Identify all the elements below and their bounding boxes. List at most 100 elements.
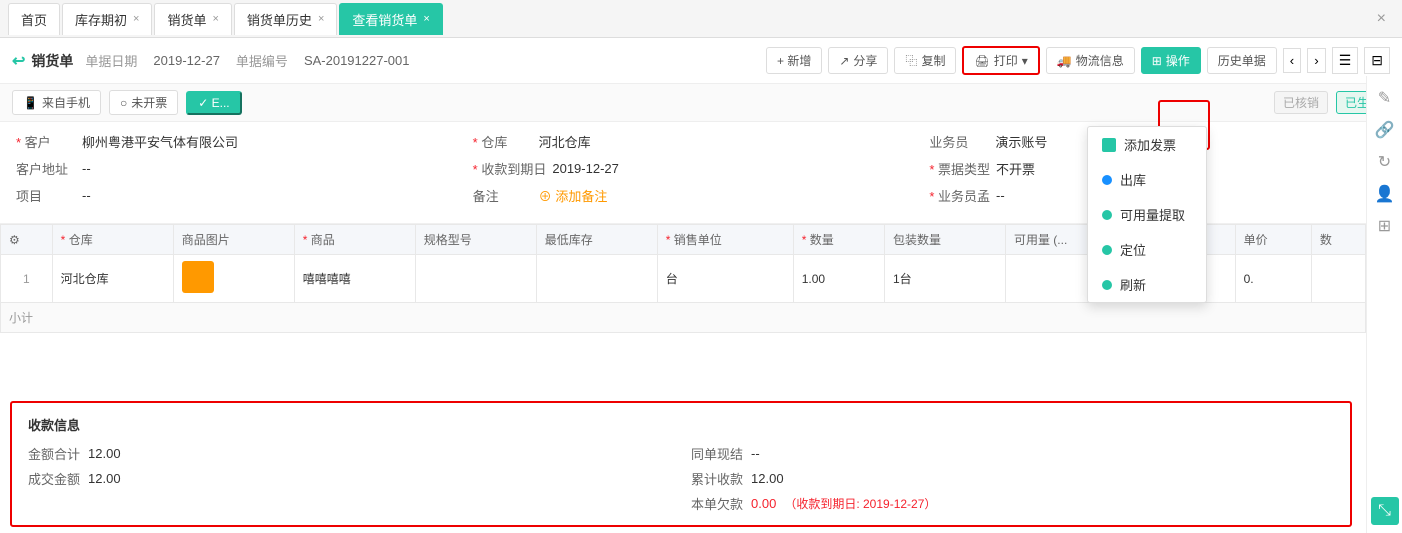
sub-toolbar: 📱 来自手机 ○ 未开票 ✓ E... 已核销 已生效 bbox=[0, 84, 1402, 122]
staff-value: 演示账号 bbox=[995, 132, 1047, 151]
cumulative-row: 累计收款 12.00 bbox=[691, 469, 1334, 488]
number-label: 单据编号 bbox=[236, 51, 288, 70]
tab-sales-order-close[interactable]: × bbox=[212, 13, 218, 25]
close-all-tabs[interactable]: × bbox=[1369, 10, 1394, 28]
address-value: -- bbox=[82, 161, 91, 176]
tab-home[interactable]: 首页 bbox=[8, 3, 60, 35]
list-view-button[interactable]: ☰ bbox=[1332, 47, 1359, 74]
row-index: 1 bbox=[1, 255, 53, 303]
tab-inventory-init[interactable]: 库存期初 × bbox=[62, 3, 152, 35]
operations-button[interactable]: ⊞ 操作 bbox=[1141, 47, 1201, 74]
operations-dropdown: 添加发票 出库 可用量提取 定位 刷新 bbox=[1087, 126, 1207, 303]
confirm-button[interactable]: ✓ E... bbox=[186, 91, 241, 115]
tab-view-sales[interactable]: 查看销货单 × bbox=[339, 3, 442, 35]
row-amount bbox=[1311, 255, 1365, 303]
available-extract-icon bbox=[1102, 210, 1112, 220]
doc-icon: ↩ bbox=[12, 51, 25, 71]
out-warehouse-item[interactable]: 出库 bbox=[1088, 162, 1206, 197]
grid2-icon-btn[interactable]: ⊞ bbox=[1371, 212, 1399, 240]
locate-item[interactable]: 定位 bbox=[1088, 232, 1206, 267]
grid-view-button[interactable]: ⊟ bbox=[1364, 47, 1390, 74]
due-note: （收款到期日: 2019-12-27） bbox=[784, 495, 936, 512]
warehouse-value[interactable]: 河北仓库 bbox=[539, 132, 591, 151]
logistics-button[interactable]: 🚚 物流信息 bbox=[1046, 47, 1135, 74]
plus-icon: ⊕ bbox=[539, 189, 552, 204]
deal-amount-label: 成交金额 bbox=[28, 469, 80, 488]
date-label: 单据日期 bbox=[85, 51, 137, 70]
tab-inventory-init-close[interactable]: × bbox=[133, 13, 139, 25]
col-amount: 数 bbox=[1311, 225, 1365, 255]
col-min-stock: 最低库存 bbox=[536, 225, 657, 255]
same-order-label: 同单现结 bbox=[691, 444, 743, 463]
expand-icon-btn[interactable]: ⤡ bbox=[1371, 497, 1399, 525]
tab-sales-history-close[interactable]: × bbox=[318, 13, 324, 25]
row-quantity: 1.00 bbox=[793, 255, 884, 303]
truck-icon: 🚚 bbox=[1057, 54, 1072, 68]
main-content: ↩ 销货单 单据日期 2019-12-27 单据编号 SA-20191227-0… bbox=[0, 38, 1402, 533]
col-product: 商品 bbox=[294, 225, 415, 255]
col-pack-qty: 包装数量 bbox=[884, 225, 1005, 255]
refresh-item[interactable]: 刷新 bbox=[1088, 267, 1206, 302]
available-extract-item[interactable]: 可用量提取 bbox=[1088, 197, 1206, 232]
col-product-img: 商品图片 bbox=[173, 225, 294, 255]
salesperson-label: 业务员孟 bbox=[929, 186, 990, 205]
project-value: -- bbox=[82, 188, 91, 203]
invoice-icon: ○ bbox=[120, 96, 127, 110]
row-min-stock bbox=[536, 255, 657, 303]
tab-sales-history[interactable]: 销货单历史 × bbox=[234, 3, 337, 35]
phone-icon: 📱 bbox=[23, 96, 38, 110]
row-product: 嘻嘻嘻嘻 bbox=[294, 255, 415, 303]
print-dropdown-icon: ▾ bbox=[1022, 54, 1028, 68]
warehouse-label: 仓库 bbox=[473, 132, 533, 151]
share-button[interactable]: ↗ 分享 bbox=[828, 47, 888, 74]
address-field: 客户地址 -- bbox=[16, 159, 473, 178]
col-settings[interactable]: ⚙ bbox=[1, 225, 53, 255]
not-open-button[interactable]: ○ 未开票 bbox=[109, 90, 178, 115]
due-amount-label: 本单欠款 bbox=[691, 494, 743, 513]
link-icon-btn[interactable]: 🔗 bbox=[1371, 116, 1399, 144]
doc-title-text: 销货单 bbox=[31, 51, 73, 71]
same-order-value: -- bbox=[751, 446, 760, 461]
project-field: 项目 -- bbox=[16, 186, 473, 205]
add-note-btn[interactable]: ⊕ 添加备注 bbox=[539, 186, 608, 205]
tab-view-sales-close[interactable]: × bbox=[423, 13, 429, 25]
due-amount-row: 本单欠款 0.00 （收款到期日: 2019-12-27） bbox=[691, 494, 1334, 513]
edit-icon-btn[interactable]: ✎ bbox=[1371, 84, 1399, 112]
refresh-icon-btn[interactable]: ↻ bbox=[1371, 148, 1399, 176]
staff-label: 业务员 bbox=[929, 132, 989, 151]
locate-icon bbox=[1102, 245, 1112, 255]
address-label: 客户地址 bbox=[16, 159, 76, 178]
product-image bbox=[182, 261, 214, 293]
row-price: 0. bbox=[1235, 255, 1311, 303]
total-value: 12.00 bbox=[88, 446, 121, 461]
toolbar: + 新增 ↗ 分享 ⿻ 复制 🖨 打印 ▾ 🚚 物流信息 bbox=[766, 46, 1390, 75]
cumulative-label: 累计收款 bbox=[691, 469, 743, 488]
row-warehouse: 河北仓库 bbox=[52, 255, 173, 303]
prev-button[interactable]: ‹ bbox=[1283, 48, 1301, 73]
col-spec: 规格型号 bbox=[415, 225, 536, 255]
row-product-img bbox=[173, 255, 294, 303]
same-order-row: 同单现结 -- bbox=[691, 444, 1334, 463]
customer-value[interactable]: 柳州粤港平安气体有限公司 bbox=[82, 132, 238, 151]
history-button[interactable]: 历史单据 bbox=[1207, 47, 1277, 74]
next-button[interactable]: › bbox=[1307, 48, 1325, 73]
col-warehouse: 仓库 bbox=[52, 225, 173, 255]
warehouse-field: 仓库 河北仓库 bbox=[473, 132, 930, 151]
print-button[interactable]: 🖨 打印 ▾ bbox=[962, 46, 1039, 75]
customer-label: 客户 bbox=[16, 132, 76, 151]
total-label: 金额合计 bbox=[28, 444, 80, 463]
cancelled-badge: 已核销 bbox=[1274, 91, 1328, 114]
col-price: 单价 bbox=[1235, 225, 1311, 255]
due-date-field: 收款到期日 2019-12-27 bbox=[473, 159, 930, 178]
grid-icon: ⊞ bbox=[1152, 54, 1162, 68]
user-icon-btn[interactable]: 👤 bbox=[1371, 180, 1399, 208]
tab-sales-order[interactable]: 销货单 × bbox=[154, 3, 231, 35]
add-invoice-item[interactable]: 添加发票 bbox=[1088, 127, 1206, 162]
note-label: 备注 bbox=[473, 186, 533, 205]
from-phone-button[interactable]: 📱 来自手机 bbox=[12, 90, 101, 115]
ticket-value: 不开票 bbox=[996, 159, 1035, 178]
date-value: 2019-12-27 bbox=[153, 53, 220, 68]
add-button[interactable]: + 新增 bbox=[766, 47, 822, 74]
copy-button[interactable]: ⿻ 复制 bbox=[894, 47, 956, 74]
cumulative-value: 12.00 bbox=[751, 471, 784, 486]
